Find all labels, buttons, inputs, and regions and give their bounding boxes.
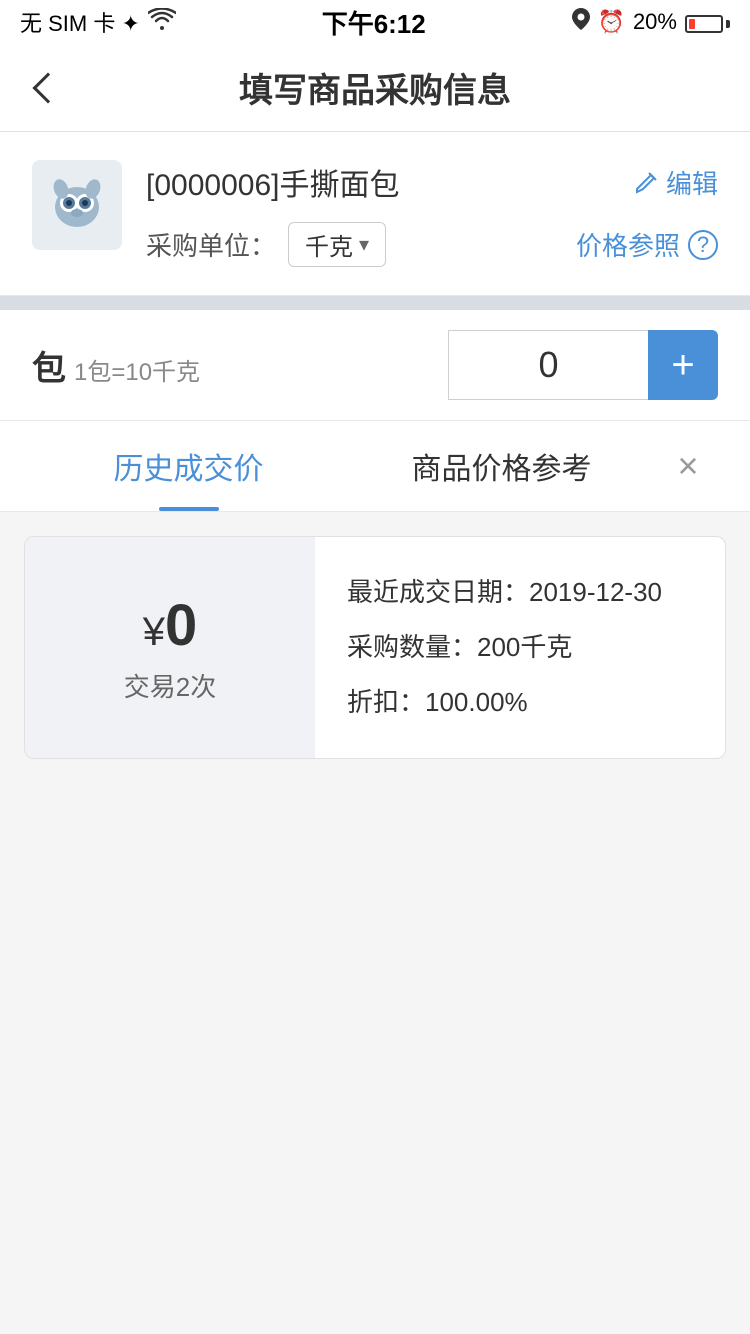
tab-history-price[interactable]: 历史成交价 (32, 421, 345, 511)
discount-row: 折扣：100.00% (347, 683, 693, 722)
battery-percent: 20% (633, 9, 677, 35)
price-card-left: ¥0 交易2次 (25, 537, 315, 758)
unit-dropdown-arrow: ▾ (359, 232, 369, 257)
back-button[interactable] (0, 44, 80, 132)
back-arrow-icon (32, 72, 63, 103)
price-amount: ¥0 (143, 592, 198, 659)
edit-button[interactable]: 编辑 (634, 164, 718, 201)
battery-icon (685, 9, 730, 35)
discount-label: 折扣： (347, 687, 425, 717)
help-icon: ? (688, 230, 718, 260)
sim-text: 无 SIM 卡 ✦ (20, 6, 140, 38)
status-time: 下午6:12 (322, 4, 426, 41)
quantity-input[interactable]: 0 (448, 330, 648, 400)
status-right: ⏰ 20% (572, 8, 730, 36)
page-title: 填写商品采购信息 (239, 63, 511, 112)
close-icon: × (677, 445, 698, 487)
unit-select[interactable]: 千克 ▾ (288, 222, 386, 267)
location-icon (572, 8, 590, 36)
quantity-plus-button[interactable]: + (648, 330, 718, 400)
edit-icon (634, 169, 660, 195)
price-card-right: 最近成交日期：2019-12-30 采购数量：200千克 折扣：100.00% (315, 537, 725, 758)
price-value: 0 (165, 593, 197, 658)
discount-value: 100.00% (425, 687, 528, 717)
product-section: [0000006]手撕面包 编辑 采购单位： 千克 ▾ (0, 132, 750, 296)
tab-price-reference[interactable]: 商品价格参考 (345, 421, 658, 511)
wifi-icon (148, 8, 176, 36)
purchase-qty-row: 采购数量：200千克 (347, 628, 693, 667)
price-card-container: ¥0 交易2次 最近成交日期：2019-12-30 采购数量：200千克 折扣：… (0, 512, 750, 783)
section-divider (0, 296, 750, 310)
price-ref-label: 价格参照 (576, 226, 680, 263)
price-trades: 交易2次 (124, 667, 216, 704)
quantity-label: 包 1包=10千克 (32, 341, 200, 390)
price-reference-button[interactable]: 价格参照 ? (576, 226, 718, 263)
tabs-container: 历史成交价 商品价格参考 × (0, 421, 750, 512)
purchase-qty-value: 200千克 (477, 632, 572, 662)
tab-history-label: 历史成交价 (114, 444, 264, 488)
nav-bar: 填写商品采购信息 (0, 44, 750, 132)
quantity-unit: 包 (32, 341, 66, 390)
quantity-sub-unit: 1包=10千克 (74, 352, 200, 387)
product-thumbnail (32, 160, 122, 250)
purchase-qty-label: 采购数量： (347, 632, 477, 662)
tab-price-ref-label: 商品价格参考 (412, 444, 592, 488)
product-name: [0000006]手撕面包 (146, 160, 399, 204)
edit-label: 编辑 (666, 164, 718, 201)
status-left: 无 SIM 卡 ✦ (20, 6, 176, 38)
product-info: [0000006]手撕面包 编辑 采购单位： 千克 ▾ (146, 160, 718, 267)
quantity-input-group: 0 + (448, 330, 718, 400)
yen-symbol: ¥ (143, 610, 165, 654)
tab-active-indicator (159, 507, 219, 511)
unit-left: 采购单位： 千克 ▾ (146, 222, 386, 267)
price-card: ¥0 交易2次 最近成交日期：2019-12-30 采购数量：200千克 折扣：… (24, 536, 726, 759)
recent-date-row: 最近成交日期：2019-12-30 (347, 573, 693, 612)
product-header: [0000006]手撕面包 编辑 采购单位： 千克 ▾ (32, 160, 718, 267)
recent-date-label: 最近成交日期： (347, 577, 529, 607)
alarm-icon: ⏰ (598, 9, 625, 35)
unit-value: 千克 (305, 227, 353, 262)
product-top-row: [0000006]手撕面包 编辑 (146, 160, 718, 204)
unit-label: 采购单位： (146, 226, 276, 263)
quantity-value: 0 (538, 344, 558, 386)
status-bar: 无 SIM 卡 ✦ 下午6:12 ⏰ 20% (0, 0, 750, 44)
recent-date-value: 2019-12-30 (529, 577, 662, 607)
quantity-row: 包 1包=10千克 0 + (0, 310, 750, 421)
tabs-close-button[interactable]: × (658, 421, 718, 511)
product-unit-row: 采购单位： 千克 ▾ 价格参照 ? (146, 222, 718, 267)
